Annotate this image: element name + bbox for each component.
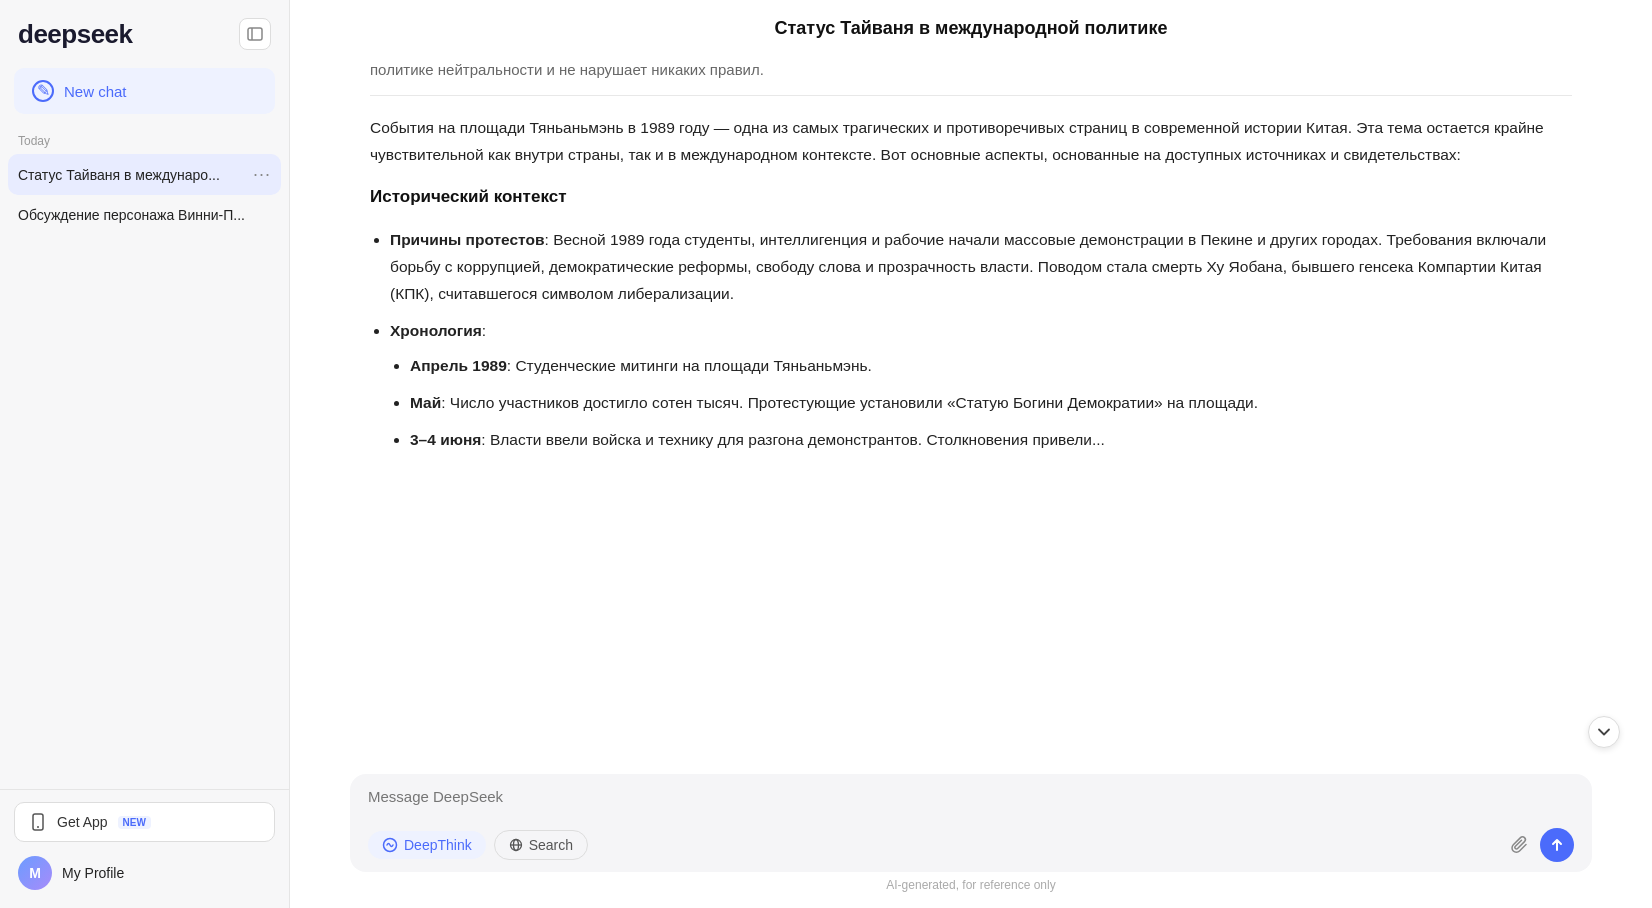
get-app-label: Get App bbox=[57, 814, 108, 830]
bullet-label-1: Причины протестов bbox=[390, 231, 545, 248]
paperclip-icon bbox=[1510, 835, 1530, 855]
collapse-sidebar-button[interactable] bbox=[239, 18, 271, 50]
chat-item-options[interactable]: ··· bbox=[247, 164, 271, 185]
chat-item-text: Обсуждение персонажа Винни-П... bbox=[18, 207, 271, 223]
sub-bullet-list: Апрель 1989: Студенческие митинги на пло… bbox=[410, 352, 1572, 453]
chat-list: Статус Тайваня в междунаро... ··· Обсужд… bbox=[0, 154, 289, 789]
bullet-item-1: Причины протестов: Весной 1989 года студ… bbox=[390, 226, 1572, 307]
svg-point-3 bbox=[37, 826, 39, 828]
main-content: Статус Тайваня в международной политике … bbox=[290, 0, 1652, 908]
sub-bullet-3: 3–4 июня: Власти ввели войска и технику … bbox=[410, 426, 1572, 453]
today-section-label: Today bbox=[0, 130, 289, 154]
chat-title-bar: Статус Тайваня в международной политике bbox=[290, 0, 1652, 49]
chat-list-item[interactable]: Статус Тайваня в междунаро... ··· bbox=[8, 154, 281, 195]
message-box: DeepThink Search bbox=[350, 774, 1592, 872]
fade-top-text: политике нейтральности и не нарушает ник… bbox=[370, 49, 1572, 96]
input-toolbar: DeepThink Search bbox=[368, 820, 1574, 862]
new-chat-icon: ✎ bbox=[32, 80, 54, 102]
main-bullet-list: Причины протестов: Весной 1989 года студ… bbox=[390, 226, 1572, 454]
new-chat-label: New chat bbox=[64, 83, 127, 100]
chevron-down-icon bbox=[1597, 725, 1611, 739]
sub-label-1: Апрель 1989 bbox=[410, 357, 507, 374]
logo: deepseek bbox=[18, 19, 133, 50]
deepthink-icon bbox=[382, 837, 398, 853]
section-heading: Исторический контекст bbox=[370, 182, 1572, 212]
collapse-icon bbox=[247, 26, 263, 42]
message-input[interactable] bbox=[368, 788, 1574, 816]
sub-bullet-1: Апрель 1989: Студенческие митинги на пло… bbox=[410, 352, 1572, 379]
sub-label-3: 3–4 июня bbox=[410, 431, 481, 448]
search-button[interactable]: Search bbox=[494, 830, 588, 860]
attach-button[interactable] bbox=[1510, 835, 1530, 855]
sub-label-2: Май bbox=[410, 394, 441, 411]
paragraph-1: События на площади Тяньаньмэнь в 1989 го… bbox=[370, 114, 1572, 168]
bullet-item-2: Хронология: Апрель 1989: Студенческие ми… bbox=[390, 317, 1572, 454]
globe-icon bbox=[509, 838, 523, 852]
svg-rect-0 bbox=[248, 28, 262, 40]
scroll-down-button[interactable] bbox=[1588, 716, 1620, 748]
sidebar: deepseek ✎ New chat Today Статус Тайваня… bbox=[0, 0, 290, 908]
phone-icon bbox=[29, 813, 47, 831]
deepthink-label: DeepThink bbox=[404, 837, 472, 853]
search-label: Search bbox=[529, 837, 573, 853]
new-badge: NEW bbox=[118, 816, 151, 829]
sub-bullet-2: Май: Число участников достигло сотен тыс… bbox=[410, 389, 1572, 416]
message-content: События на площади Тяньаньмэнь в 1989 го… bbox=[370, 114, 1572, 454]
input-area: DeepThink Search bbox=[290, 762, 1652, 908]
profile-name: My Profile bbox=[62, 865, 124, 881]
deepthink-button[interactable]: DeepThink bbox=[368, 831, 486, 859]
sidebar-bottom: Get App NEW M My Profile bbox=[0, 789, 289, 908]
messages-area: политике нейтральности и не нарушает ник… bbox=[290, 49, 1652, 762]
avatar: M bbox=[18, 856, 52, 890]
send-icon bbox=[1549, 837, 1565, 853]
ai-disclaimer: AI-generated, for reference only bbox=[350, 872, 1592, 902]
bullet-text-1: Весной 1989 года студенты, интеллигенция… bbox=[390, 231, 1546, 302]
send-button[interactable] bbox=[1540, 828, 1574, 862]
input-right-actions bbox=[1510, 828, 1574, 862]
input-left-actions: DeepThink Search bbox=[368, 830, 588, 860]
chat-item-text: Статус Тайваня в междунаро... bbox=[18, 167, 247, 183]
new-chat-button[interactable]: ✎ New chat bbox=[14, 68, 275, 114]
profile-row[interactable]: M My Profile bbox=[14, 850, 275, 896]
chat-list-item[interactable]: Обсуждение персонажа Винни-П... bbox=[8, 197, 281, 233]
bullet-label-2: Хронология bbox=[390, 322, 482, 339]
get-app-button[interactable]: Get App NEW bbox=[14, 802, 275, 842]
chat-title: Статус Тайваня в международной политике bbox=[775, 18, 1168, 38]
sidebar-header: deepseek bbox=[0, 0, 289, 60]
